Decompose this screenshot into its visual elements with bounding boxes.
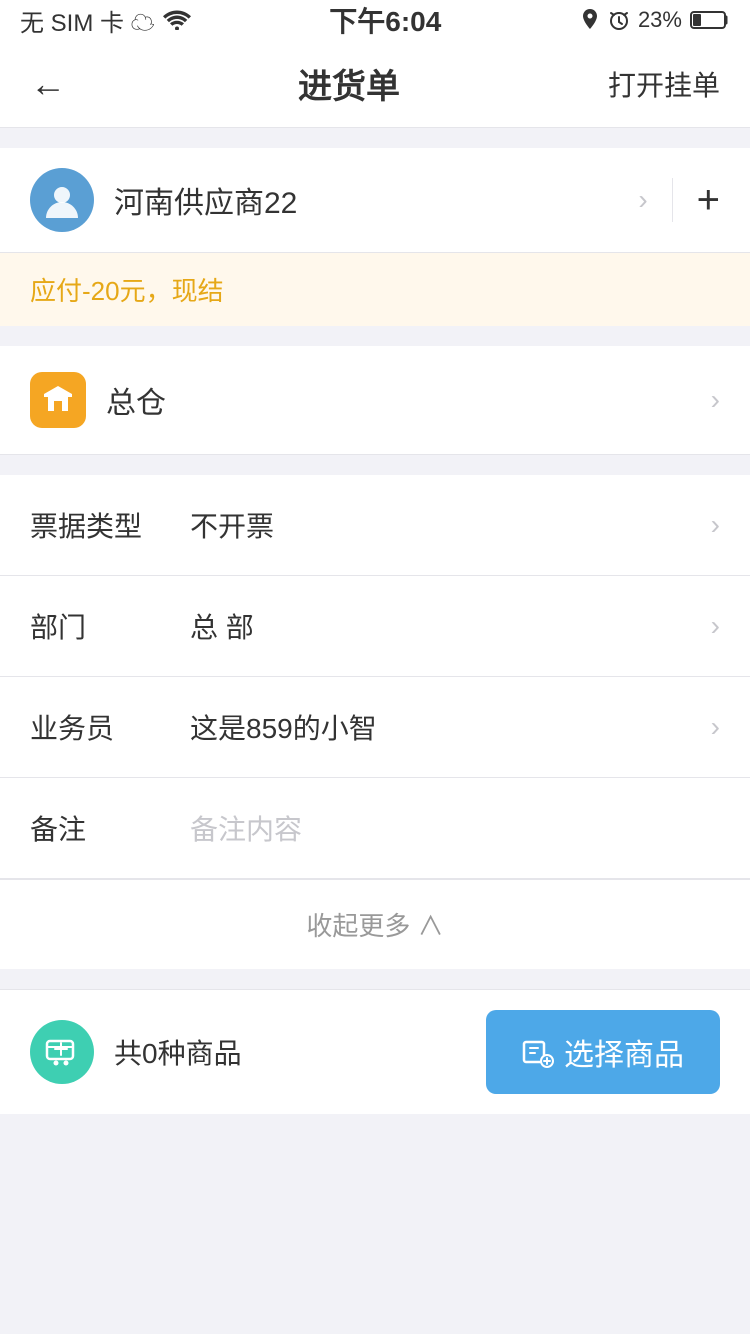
warehouse-row[interactable]: 总仓 › <box>0 346 750 455</box>
remark-row[interactable]: 备注 备注内容 <box>0 778 750 879</box>
status-bar: 无 SIM 卡 ☁ 下午6:04 23% <box>0 0 750 40</box>
invoice-type-label: 票据类型 <box>30 505 150 545</box>
notice-banner: 应付-20元，现结 <box>0 253 750 326</box>
cart-icon <box>30 1020 94 1084</box>
select-product-button[interactable]: 选择商品 <box>486 1010 720 1094</box>
invoice-type-chevron-icon: › <box>711 509 720 541</box>
alarm-icon <box>608 9 630 31</box>
salesperson-chevron-icon: › <box>711 711 720 743</box>
nav-bar: ← 进货单 打开挂单 <box>0 40 750 128</box>
wifi-icon <box>163 10 191 30</box>
bottom-bar: 共0种商品 选择商品 <box>0 989 750 1114</box>
signal-text: 无 SIM 卡 ☁ <box>20 3 155 38</box>
select-product-label: 选择商品 <box>564 1030 684 1074</box>
status-right: 23% <box>580 7 730 33</box>
salesperson-row[interactable]: 业务员 这是859的小智 › <box>0 677 750 778</box>
invoice-type-row[interactable]: 票据类型 不开票 › <box>0 475 750 576</box>
salesperson-label: 业务员 <box>30 707 150 747</box>
section-gap-2 <box>0 326 750 346</box>
department-chevron-icon: › <box>711 610 720 642</box>
add-supplier-button[interactable]: + <box>697 180 720 220</box>
supplier-section: 河南供应商22 › + 应付-20元，现结 <box>0 148 750 326</box>
collapse-button[interactable]: 收起更多 ∧ <box>0 879 750 969</box>
divider <box>672 178 673 222</box>
section-gap-4 <box>0 969 750 989</box>
warehouse-chevron-icon: › <box>711 384 720 416</box>
supplier-row[interactable]: 河南供应商22 › + <box>0 148 750 253</box>
invoice-type-value: 不开票 <box>150 505 711 545</box>
open-pending-button[interactable]: 打开挂单 <box>608 64 720 104</box>
select-product-icon <box>522 1036 554 1068</box>
department-row[interactable]: 部门 总 部 › <box>0 576 750 677</box>
battery-text: 23% <box>638 7 682 33</box>
remark-value[interactable]: 备注内容 <box>150 808 720 848</box>
status-left: 无 SIM 卡 ☁ <box>20 3 191 38</box>
battery-icon <box>690 9 730 31</box>
page-title: 进货单 <box>298 59 400 108</box>
salesperson-value: 这是859的小智 <box>150 707 711 747</box>
warehouse-section[interactable]: 总仓 › <box>0 346 750 455</box>
department-label: 部门 <box>30 606 150 646</box>
section-gap-3 <box>0 455 750 475</box>
location-icon <box>580 9 600 31</box>
form-section: 票据类型 不开票 › 部门 总 部 › 业务员 这是859的小智 › 备注 备注… <box>0 475 750 969</box>
product-count: 共0种商品 <box>114 1032 486 1072</box>
supplier-chevron-icon: › <box>638 184 647 216</box>
supplier-avatar <box>30 168 94 232</box>
back-button[interactable]: ← <box>30 63 90 105</box>
supplier-name: 河南供应商22 <box>114 178 638 222</box>
warehouse-icon <box>30 372 86 428</box>
department-value: 总 部 <box>150 606 711 646</box>
warehouse-name: 总仓 <box>106 378 711 422</box>
section-gap-1 <box>0 128 750 148</box>
remark-label: 备注 <box>30 808 150 848</box>
status-time: 下午6:04 <box>329 0 441 40</box>
